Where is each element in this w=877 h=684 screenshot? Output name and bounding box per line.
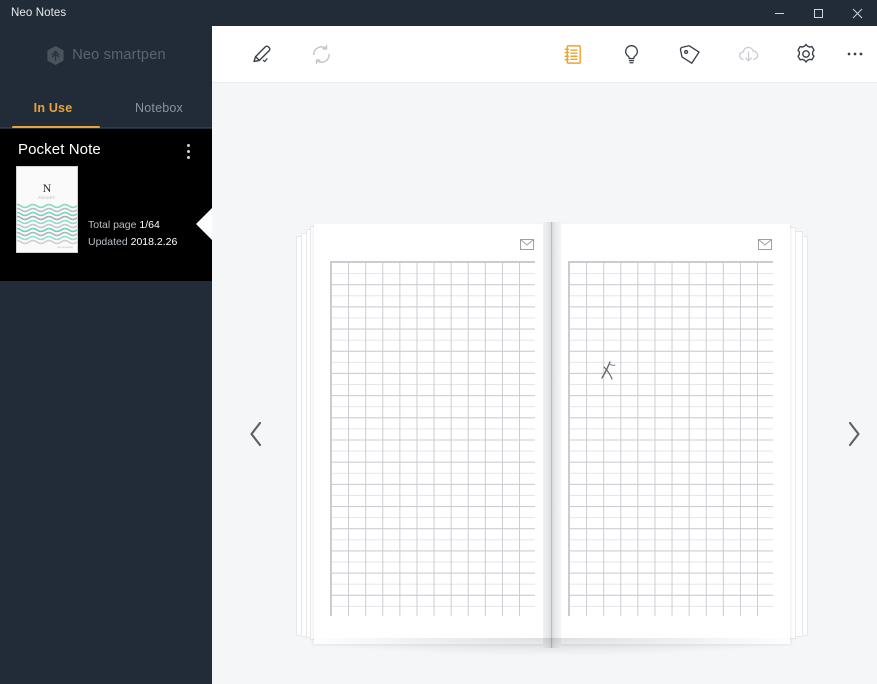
page-grid-right bbox=[568, 261, 773, 616]
prev-page-button[interactable] bbox=[234, 412, 278, 456]
notebook-page-right[interactable] bbox=[552, 224, 790, 644]
more-horizontal-icon[interactable] bbox=[833, 26, 877, 82]
thumbnail-footer: neo smartpen bbox=[57, 246, 73, 249]
brand-logo: Neo smartpen bbox=[0, 26, 212, 80]
more-vertical-icon[interactable] bbox=[180, 141, 196, 161]
tab-in-use-label: In Use bbox=[33, 101, 73, 115]
thumbnail-letter: N bbox=[42, 181, 52, 195]
window-title: Neo Notes bbox=[11, 7, 67, 19]
sync-refresh-icon[interactable] bbox=[299, 26, 343, 82]
main-area bbox=[212, 26, 877, 684]
note-thumbnail[interactable]: N POCKET neo smartpen bbox=[17, 167, 77, 252]
maximize-button[interactable] bbox=[799, 0, 838, 26]
cloud-download-icon[interactable] bbox=[726, 26, 770, 82]
book-spine-line bbox=[551, 222, 552, 648]
note-metadata: Total page 1/64 Updated 2018.2.26 bbox=[88, 217, 177, 251]
brand-text: Neo smartpen bbox=[72, 47, 166, 63]
tag-icon[interactable] bbox=[668, 26, 712, 82]
pen-edit-icon[interactable] bbox=[240, 26, 284, 82]
notebook-icon[interactable] bbox=[551, 26, 595, 82]
title-bar: Neo Notes bbox=[0, 0, 877, 26]
thumbnail-subtitle: POCKET bbox=[38, 196, 56, 200]
updated-label: Updated bbox=[88, 236, 128, 248]
gear-icon[interactable] bbox=[784, 26, 828, 82]
note-card-pocket-note[interactable]: Pocket Note N POCKET neo smartpen Total … bbox=[0, 129, 212, 281]
tab-active-indicator bbox=[12, 125, 100, 128]
envelope-icon[interactable] bbox=[520, 239, 534, 250]
tab-in-use[interactable]: In Use bbox=[0, 90, 106, 128]
tab-notebox[interactable]: Notebox bbox=[106, 90, 212, 128]
note-title: Pocket Note bbox=[18, 141, 101, 158]
tab-notebox-label: Notebox bbox=[135, 101, 183, 115]
window-controls bbox=[760, 0, 877, 26]
selected-note-pointer bbox=[196, 208, 212, 240]
book-drop-shadow bbox=[296, 638, 808, 656]
toolbar bbox=[212, 26, 877, 82]
envelope-icon[interactable] bbox=[758, 239, 772, 250]
page-grid-left bbox=[330, 261, 535, 616]
notebook-spread bbox=[296, 222, 808, 656]
updated-value: 2018.2.26 bbox=[130, 236, 178, 248]
app-window: Neo Notes Neo smartpen In Use Notebox Po… bbox=[0, 0, 877, 684]
close-button[interactable] bbox=[838, 0, 877, 26]
total-page-value: 1/64 bbox=[139, 219, 160, 231]
sidebar: Neo smartpen In Use Notebox Pocket Note … bbox=[0, 26, 212, 684]
sidebar-tabs: In Use Notebox bbox=[0, 90, 212, 128]
notebook-page-left[interactable] bbox=[314, 224, 552, 644]
lightbulb-icon[interactable] bbox=[609, 26, 653, 82]
book-spine bbox=[543, 222, 561, 648]
next-page-button[interactable] bbox=[832, 412, 876, 456]
minimize-button[interactable] bbox=[760, 0, 799, 26]
thumbnail-wave-pattern bbox=[17, 203, 77, 245]
total-page-label: Total page bbox=[88, 219, 137, 231]
handwriting-stroke bbox=[601, 361, 616, 380]
neo-logo-icon bbox=[47, 45, 64, 65]
page-viewer bbox=[212, 82, 877, 684]
